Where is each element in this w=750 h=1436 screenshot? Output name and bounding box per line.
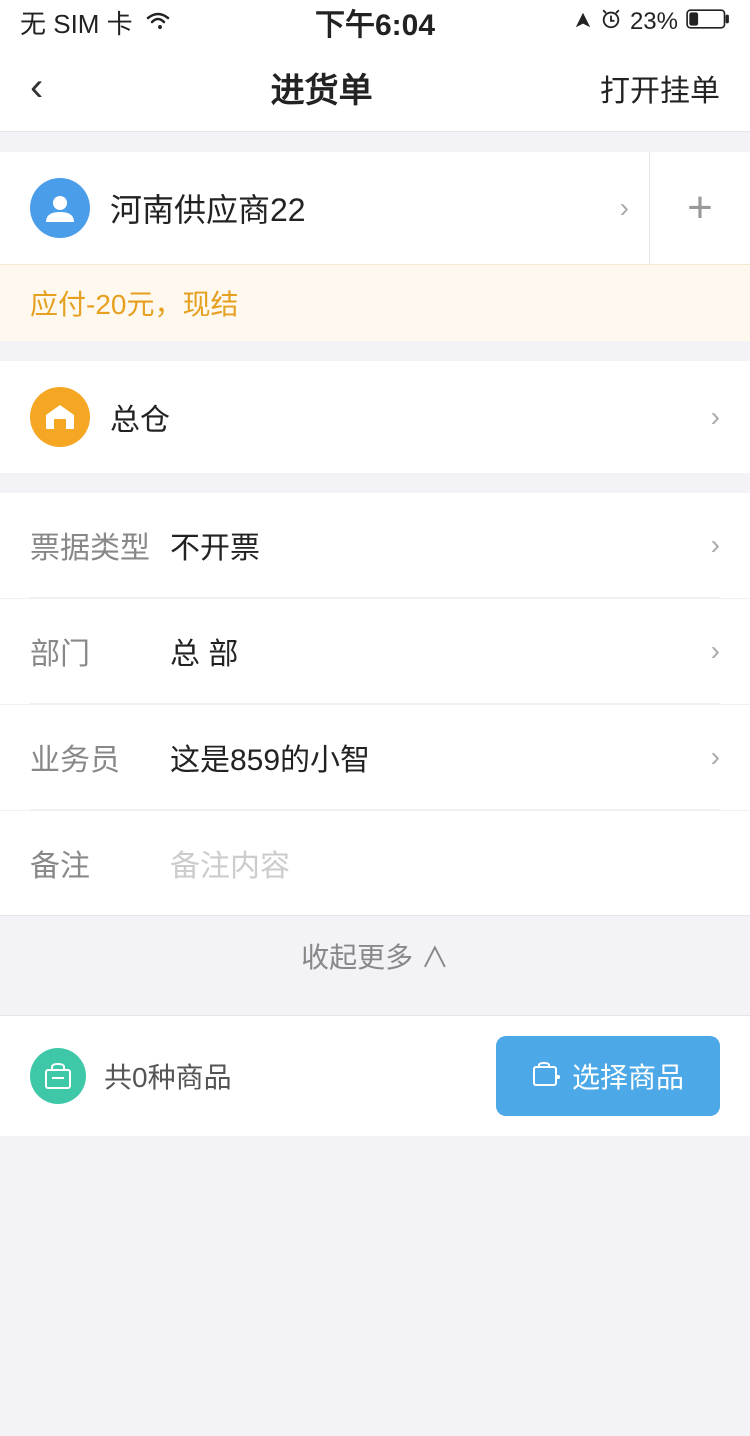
section-gap-1 — [0, 132, 750, 152]
battery-text: 23% — [630, 8, 678, 36]
status-time: 下午6:04 — [315, 0, 435, 44]
status-left: 无 SIM 卡 — [20, 4, 173, 41]
department-row[interactable]: 部门 总 部 › — [0, 598, 750, 703]
salesperson-value: 这是859的小智 — [170, 735, 701, 779]
invoice-type-label: 票据类型 — [30, 523, 150, 567]
location-icon — [574, 8, 592, 36]
warehouse-chevron-icon: › — [711, 401, 720, 433]
supplier-avatar — [30, 178, 90, 238]
warehouse-row[interactable]: 总仓 › — [0, 361, 750, 473]
alarm-icon — [600, 8, 622, 37]
fields-section: 票据类型 不开票 › 部门 总 部 › 业务员 这是859的小智 › 备注 备注… — [0, 493, 750, 915]
status-bar: 无 SIM 卡 下午6:04 23% — [0, 0, 750, 44]
info-banner-text: 应付-20元，现结 — [30, 289, 238, 320]
salesperson-label: 业务员 — [30, 735, 150, 779]
product-count-icon — [30, 1048, 86, 1104]
wifi-icon — [143, 7, 173, 38]
section-gap-3 — [0, 473, 750, 493]
battery-icon — [686, 8, 730, 37]
department-label: 部门 — [30, 629, 150, 673]
collapse-label: 收起更多 ∧ — [301, 936, 449, 976]
warehouse-name: 总仓 — [110, 395, 701, 439]
department-value: 总 部 — [170, 629, 701, 673]
supplier-selector[interactable]: 河南供应商22 › — [0, 152, 650, 264]
salesperson-chevron-icon: › — [711, 741, 720, 773]
invoice-type-chevron-icon: › — [711, 529, 720, 561]
department-chevron-icon: › — [711, 635, 720, 667]
product-count-text: 共0种商品 — [104, 1056, 496, 1096]
invoice-type-row[interactable]: 票据类型 不开票 › — [0, 493, 750, 597]
select-product-icon — [532, 1061, 562, 1091]
open-pending-button[interactable]: 打开挂单 — [600, 66, 720, 110]
supplier-name: 河南供应商22 — [110, 185, 610, 231]
remark-value[interactable]: 备注内容 — [170, 841, 720, 885]
warehouse-icon — [30, 387, 90, 447]
nav-bar: ‹ 进货单 打开挂单 — [0, 44, 750, 132]
remark-label: 备注 — [30, 841, 150, 885]
supplier-section: 河南供应商22 › + — [0, 152, 750, 264]
invoice-type-value: 不开票 — [170, 523, 701, 567]
select-product-label: 选择商品 — [572, 1056, 684, 1096]
status-right: 23% — [574, 8, 730, 37]
page-title: 进货单 — [271, 63, 373, 112]
supplier-chevron-icon: › — [620, 192, 629, 224]
remark-row[interactable]: 备注 备注内容 — [0, 810, 750, 915]
select-product-button[interactable]: 选择商品 — [496, 1036, 720, 1116]
collapse-button[interactable]: 收起更多 ∧ — [0, 915, 750, 995]
salesperson-row[interactable]: 业务员 这是859的小智 › — [0, 704, 750, 809]
carrier-text: 无 SIM 卡 — [20, 4, 133, 41]
section-gap-4 — [0, 995, 750, 1015]
info-banner: 应付-20元，现结 — [0, 264, 750, 341]
back-button[interactable]: ‹ — [30, 65, 43, 110]
add-supplier-button[interactable]: + — [650, 152, 750, 264]
section-gap-2 — [0, 341, 750, 361]
page-background — [0, 1136, 750, 1436]
bottom-bar: 共0种商品 选择商品 — [0, 1015, 750, 1136]
